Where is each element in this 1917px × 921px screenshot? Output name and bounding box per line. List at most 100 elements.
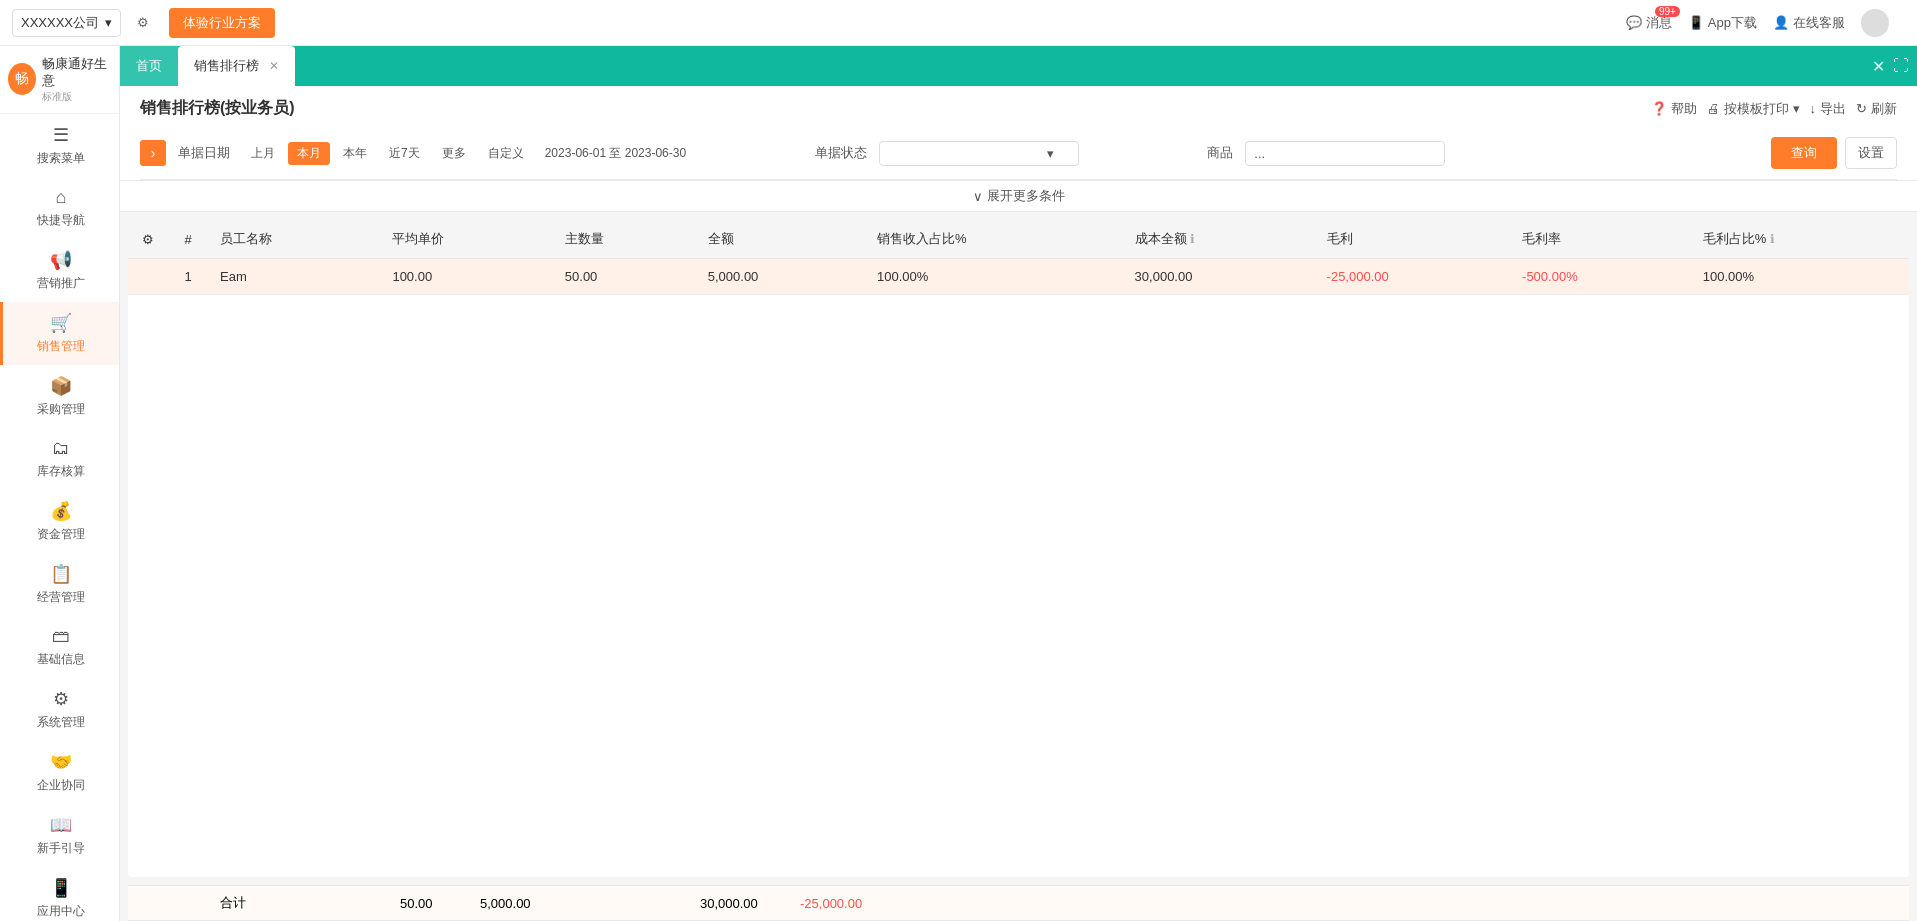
tab-bar-actions: ✕ ⛶ [1872,57,1917,76]
col-gross-pct-header: 毛利占比% ℹ [1691,220,1909,259]
row-amount: 5,000.00 [696,259,865,295]
app-download-button[interactable]: 📱 App下载 [1688,14,1757,32]
page-title-row: 销售排行榜(按业务员) ❓ 帮助 🖨 按模板打印 ▾ ↓ [140,98,1897,127]
row-rank: 1 [168,259,208,295]
sidebar-item-new-guide[interactable]: 📖 新手引导 [0,804,119,867]
maximize-tab-button[interactable]: ⛶ [1893,57,1909,75]
template-print-button[interactable]: 🖨 按模板打印 ▾ [1707,100,1800,118]
goods-input[interactable]: ... [1245,141,1445,166]
message-badge: 99+ [1655,6,1680,17]
help-button[interactable]: ❓ 帮助 [1651,100,1697,118]
date-tab-last7days[interactable]: 近7天 [380,142,429,165]
marketing-icon: 📢 [50,249,72,271]
search-order-icon: ☰ [53,124,69,146]
sidebar-item-marketing[interactable]: 📢 营销推广 [0,239,119,302]
sidebar-item-search-order[interactable]: ☰ 搜索菜单 [0,114,119,177]
filter-expand-arrow[interactable]: › [140,140,166,166]
cost-help-icon[interactable]: ℹ [1190,232,1195,246]
basic-info-icon: 🗃 [52,626,70,647]
filter-row-1: › 单据日期 上月 本月 本年 近7天 更多 自定义 2023-06-01 至 … [140,137,1897,169]
system-icon: ⚙ [53,688,69,710]
sidebar-item-sales[interactable]: 🛒 销售管理 [0,302,119,365]
company-name: XXXXXX公司 [21,14,99,32]
col-gross-rate-header: 毛利率 [1510,220,1691,259]
help-icon: ❓ [1651,101,1667,116]
top-right-area: 💬 消息 99+ 📱 App下载 👤 在线客服 [1626,9,1905,37]
date-tab-last-month[interactable]: 上月 [242,142,284,165]
export-button[interactable]: ↓ 导出 [1810,100,1847,118]
avatar[interactable] [1861,9,1889,37]
sidebar-item-app-center[interactable]: 📱 应用中心 [0,867,119,921]
settings-icon[interactable]: ⚙ [129,9,157,37]
ellipsis-icon: ... [1254,146,1265,161]
col-rank-header: # [168,220,208,259]
sidebar: 畅 畅康通好生意 标准版 ☰ 搜索菜单 ⌂ 快捷导航 📢 营销推广 🛒 销售管理… [0,46,120,921]
sidebar-item-inventory[interactable]: 🗂 库存核算 [0,428,119,490]
tab-home[interactable]: 首页 [120,46,178,86]
company-selector[interactable]: XXXXXX公司 ▾ [12,9,121,37]
layout: 畅 畅康通好生意 标准版 ☰ 搜索菜单 ⌂ 快捷导航 📢 营销推广 🛒 销售管理… [0,46,1917,921]
gross-pct-help-icon[interactable]: ℹ [1770,232,1775,246]
date-tab-more[interactable]: 更多 [433,142,475,165]
filter-area: › 单据日期 上月 本月 本年 近7天 更多 自定义 2023-06-01 至 … [140,127,1897,180]
main-area: 首页 销售排行榜 ✕ ✕ ⛶ 销售排行榜(按业务员) ❓ 帮助 [120,46,1917,921]
enterprise-collab-icon: 🤝 [50,751,72,773]
download-icon: 📱 [1688,15,1704,30]
sidebar-item-enterprise-collab[interactable]: 🤝 企业协同 [0,741,119,804]
row-sales-pct: 100.00% [865,259,1123,295]
footer-label: 合计 [208,894,308,912]
row-employee: Eam [208,259,380,295]
date-tab-custom[interactable]: 自定义 [479,142,533,165]
row-gross-pct: 100.00% [1691,259,1909,295]
logo-area: 畅 畅康通好生意 标准版 [0,46,119,114]
status-select[interactable]: ▾ [879,141,1079,166]
inventory-icon: 🗂 [52,438,70,459]
print-chevron-icon: ▾ [1793,101,1800,116]
message-icon: 💬 [1626,15,1642,30]
arrow-right-icon: › [151,145,156,161]
sidebar-item-operations[interactable]: 📋 经营管理 [0,553,119,616]
messages-button[interactable]: 💬 消息 99+ [1626,14,1672,32]
expand-icon: ∨ [973,189,983,204]
table-row: 1 Eam 100.00 50.00 5,000.00 100.00% 30,0… [128,259,1909,295]
online-service-button[interactable]: 👤 在线客服 [1773,14,1845,32]
query-button[interactable]: 查询 [1771,137,1837,169]
chevron-down-icon: ▾ [105,15,112,30]
tab-bar: 首页 销售排行榜 ✕ ✕ ⛶ [120,46,1917,86]
close-tab-icon[interactable]: ✕ [269,59,279,73]
col-employee-header: 员工名称 [208,220,380,259]
row-main-qty: 50.00 [553,259,696,295]
quick-nav-icon: ⌂ [56,187,67,208]
filter-settings-button[interactable]: 设置 [1845,137,1897,169]
date-tab-current-month[interactable]: 本月 [288,142,330,165]
sidebar-item-quick-nav[interactable]: ⌂ 快捷导航 [0,177,119,239]
sidebar-item-purchase[interactable]: 📦 采购管理 [0,365,119,428]
sidebar-item-system[interactable]: ⚙ 系统管理 [0,678,119,741]
sidebar-item-funds[interactable]: 💰 资金管理 [0,490,119,553]
row-gross: -25,000.00 [1315,259,1510,295]
col-amount-header: 全额 [696,220,865,259]
table-header-row: ⚙ # 员工名称 平均单价 主数量 全额 销售收入占比% 成本全额 ℹ 毛利 毛… [128,220,1909,259]
refresh-button[interactable]: ↻ 刷新 [1856,100,1897,118]
expand-more-button[interactable]: ∨ 展开更多条件 [973,187,1065,205]
logo-icon: 畅 [8,63,36,95]
close-tab-button[interactable]: ✕ [1872,57,1885,76]
purchase-icon: 📦 [50,375,72,397]
page-content: 销售排行榜(按业务员) ❓ 帮助 🖨 按模板打印 ▾ ↓ [120,86,1917,921]
date-tab-current-year[interactable]: 本年 [334,142,376,165]
col-settings-header[interactable]: ⚙ [128,220,168,259]
row-gross-rate: -500.00% [1510,259,1691,295]
col-gross-header: 毛利 [1315,220,1510,259]
top-bar: XXXXXX公司 ▾ ⚙ 体验行业方案 💬 消息 99+ 📱 App下载 👤 在… [0,0,1917,46]
sidebar-item-basic-info[interactable]: 🗃 基础信息 [0,616,119,678]
new-guide-icon: 📖 [50,814,72,836]
date-filter-label: 单据日期 [178,144,230,162]
col-sales-pct-header: 销售收入占比% [865,220,1123,259]
col-cost-header: 成本全额 ℹ [1123,220,1315,259]
table-container: ⚙ # 员工名称 平均单价 主数量 全额 销售收入占比% 成本全额 ℹ 毛利 毛… [128,220,1909,877]
status-chevron-icon: ▾ [1047,146,1054,161]
date-range-display: 2023-06-01 至 2023-06-30 [545,145,686,162]
trial-button[interactable]: 体验行业方案 [169,8,275,38]
tab-sales-rank[interactable]: 销售排行榜 ✕ [178,46,295,86]
service-icon: 👤 [1773,15,1789,30]
